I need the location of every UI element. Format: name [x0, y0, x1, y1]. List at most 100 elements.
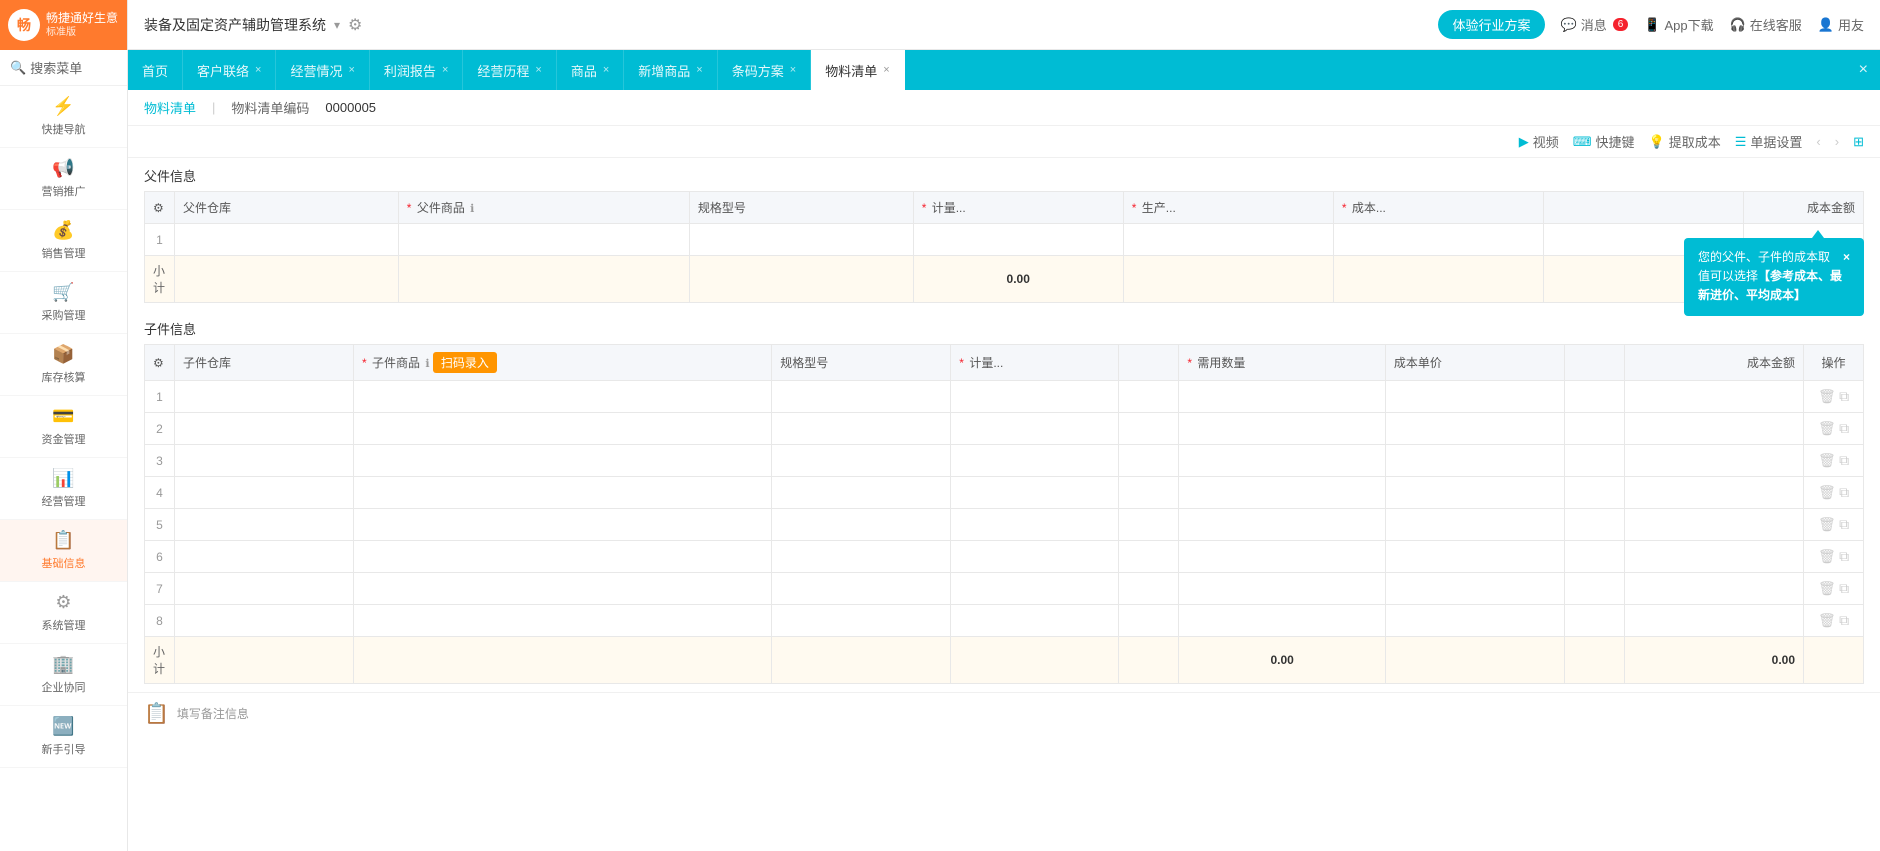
tab-goods[interactable]: 商品 × — [557, 50, 624, 90]
child-row-5-spec[interactable] — [772, 509, 951, 541]
child-row-3-goods[interactable] — [354, 445, 772, 477]
sidebar-item-guide[interactable]: 🆕 新手引导 — [0, 706, 127, 768]
parent-row-1-cost[interactable] — [1333, 224, 1543, 256]
tab-close-ops[interactable]: × — [348, 64, 354, 76]
online-service-button[interactable]: 🎧 在线客服 — [1730, 15, 1802, 34]
copy-icon[interactable]: ⧉ — [1839, 388, 1849, 404]
tab-ops-history[interactable]: 经营历程 × — [463, 50, 556, 90]
child-row-5-goods[interactable] — [354, 509, 772, 541]
child-row-6-spec[interactable] — [772, 541, 951, 573]
child-row-3-spec[interactable] — [772, 445, 951, 477]
sidebar-item-purchase[interactable]: 🛒 采购管理 — [0, 272, 127, 334]
tab-close-history[interactable]: × — [535, 64, 541, 76]
child-row-1-qty[interactable] — [1179, 381, 1386, 413]
delete-icon[interactable]: 🗑 — [1818, 452, 1836, 468]
copy-icon[interactable]: ⧉ — [1839, 516, 1849, 532]
copy-icon[interactable]: ⧉ — [1839, 548, 1849, 564]
child-row-6-goods[interactable] — [354, 541, 772, 573]
child-row-4-spec[interactable] — [772, 477, 951, 509]
child-row-7-spec[interactable] — [772, 573, 951, 605]
nav-prev-button[interactable]: ‹ — [1816, 134, 1820, 149]
delete-icon[interactable]: 🗑 — [1818, 548, 1836, 564]
child-row-2-unit-cost[interactable] — [1385, 413, 1564, 445]
child-row-6-unit[interactable] — [951, 541, 1119, 573]
tab-operations-status[interactable]: 经营情况 × — [276, 50, 369, 90]
copy-icon[interactable]: ⧉ — [1839, 484, 1849, 500]
tab-close-bom[interactable]: × — [883, 64, 889, 76]
child-row-8-unit-cost[interactable] — [1385, 605, 1564, 637]
child-row-1-spec[interactable] — [772, 381, 951, 413]
child-row-1-unit-cost[interactable] — [1385, 381, 1564, 413]
child-row-5-warehouse[interactable] — [175, 509, 354, 541]
message-button[interactable]: 💬 消息 6 — [1561, 15, 1629, 34]
child-row-4-unit-cost[interactable] — [1385, 477, 1564, 509]
tab-close-profit[interactable]: × — [442, 64, 448, 76]
note-text[interactable]: 填写备注信息 — [177, 705, 249, 722]
child-row-5-unit-cost[interactable] — [1385, 509, 1564, 541]
child-row-1-goods[interactable] — [354, 381, 772, 413]
tooltip-close-button[interactable]: × — [1843, 248, 1850, 267]
tab-bom[interactable]: 物料清单 × — [811, 50, 904, 90]
sidebar-item-quick-nav[interactable]: ⚡ 快捷导航 — [0, 86, 127, 148]
child-goods-info-icon[interactable]: ℹ — [425, 358, 429, 370]
sidebar-item-sales[interactable]: 💰 销售管理 — [0, 210, 127, 272]
child-row-8-unit[interactable] — [951, 605, 1119, 637]
tab-customer[interactable]: 客户联络 × — [183, 50, 276, 90]
child-row-7-qty[interactable] — [1179, 573, 1386, 605]
sidebar-item-finance[interactable]: 💳 资金管理 — [0, 396, 127, 458]
child-row-6-unit-cost[interactable] — [1385, 541, 1564, 573]
child-row-3-qty[interactable] — [1179, 445, 1386, 477]
child-row-1-warehouse[interactable] — [175, 381, 354, 413]
child-row-5-unit[interactable] — [951, 509, 1119, 541]
sidebar-item-system[interactable]: ⚙ 系统管理 — [0, 582, 127, 644]
parent-row-1-goods[interactable] — [398, 224, 689, 256]
close-all-tabs-button[interactable]: × — [1847, 50, 1880, 90]
sidebar-item-marketing[interactable]: 📢 营销推广 — [0, 148, 127, 210]
breadcrumb-tab[interactable]: 物料清单 — [144, 98, 196, 117]
copy-icon[interactable]: ⧉ — [1839, 580, 1849, 596]
tab-new-goods[interactable]: 新增商品 × — [624, 50, 717, 90]
child-row-4-qty[interactable] — [1179, 477, 1386, 509]
delete-icon[interactable]: 🗑 — [1818, 516, 1836, 532]
app-download-button[interactable]: 📱 App下载 — [1644, 15, 1713, 34]
child-row-8-goods[interactable] — [354, 605, 772, 637]
child-row-2-spec[interactable] — [772, 413, 951, 445]
sidebar-search[interactable]: 🔍 搜索菜单 — [0, 50, 127, 86]
child-row-2-qty[interactable] — [1179, 413, 1386, 445]
child-row-8-qty[interactable] — [1179, 605, 1386, 637]
child-row-8-warehouse[interactable] — [175, 605, 354, 637]
child-row-6-warehouse[interactable] — [175, 541, 354, 573]
grid-view-button[interactable]: ⊞ — [1853, 134, 1864, 150]
extract-cost-button[interactable]: 💡 提取成本 — [1649, 132, 1721, 151]
delete-icon[interactable]: 🗑 — [1818, 388, 1836, 404]
delete-icon[interactable]: 🗑 — [1818, 420, 1836, 436]
child-row-7-warehouse[interactable] — [175, 573, 354, 605]
scan-button[interactable]: 扫码录入 — [433, 352, 497, 373]
parent-col-settings[interactable]: ⚙ — [145, 192, 175, 224]
child-row-2-goods[interactable] — [354, 413, 772, 445]
parent-row-1-produce[interactable] — [1123, 224, 1333, 256]
delete-icon[interactable]: 🗑 — [1818, 484, 1836, 500]
sidebar-item-basic-info[interactable]: 📋 基础信息 — [0, 520, 127, 582]
child-row-1-unit[interactable] — [951, 381, 1119, 413]
video-button[interactable]: ▶ 视频 — [1519, 132, 1559, 151]
delete-icon[interactable]: 🗑 — [1818, 580, 1836, 596]
tab-close-customer[interactable]: × — [255, 64, 261, 76]
copy-icon[interactable]: ⧉ — [1839, 612, 1849, 628]
parent-goods-info-icon[interactable]: ℹ — [470, 203, 474, 215]
nav-next-button[interactable]: › — [1835, 134, 1839, 149]
child-row-5-qty[interactable] — [1179, 509, 1386, 541]
parent-row-1-spec[interactable] — [689, 224, 913, 256]
child-row-7-goods[interactable] — [354, 573, 772, 605]
system-dropdown-icon[interactable]: ▾ — [334, 18, 340, 32]
child-row-7-unit[interactable] — [951, 573, 1119, 605]
tab-home[interactable]: 首页 — [128, 50, 183, 90]
tab-barcode[interactable]: 条码方案 × — [718, 50, 811, 90]
copy-icon[interactable]: ⧉ — [1839, 420, 1849, 436]
child-row-7-unit-cost[interactable] — [1385, 573, 1564, 605]
sidebar-item-inventory[interactable]: 📦 库存核算 — [0, 334, 127, 396]
child-row-4-goods[interactable] — [354, 477, 772, 509]
child-row-3-warehouse[interactable] — [175, 445, 354, 477]
tab-close-barcode[interactable]: × — [790, 64, 796, 76]
copy-icon[interactable]: ⧉ — [1839, 452, 1849, 468]
